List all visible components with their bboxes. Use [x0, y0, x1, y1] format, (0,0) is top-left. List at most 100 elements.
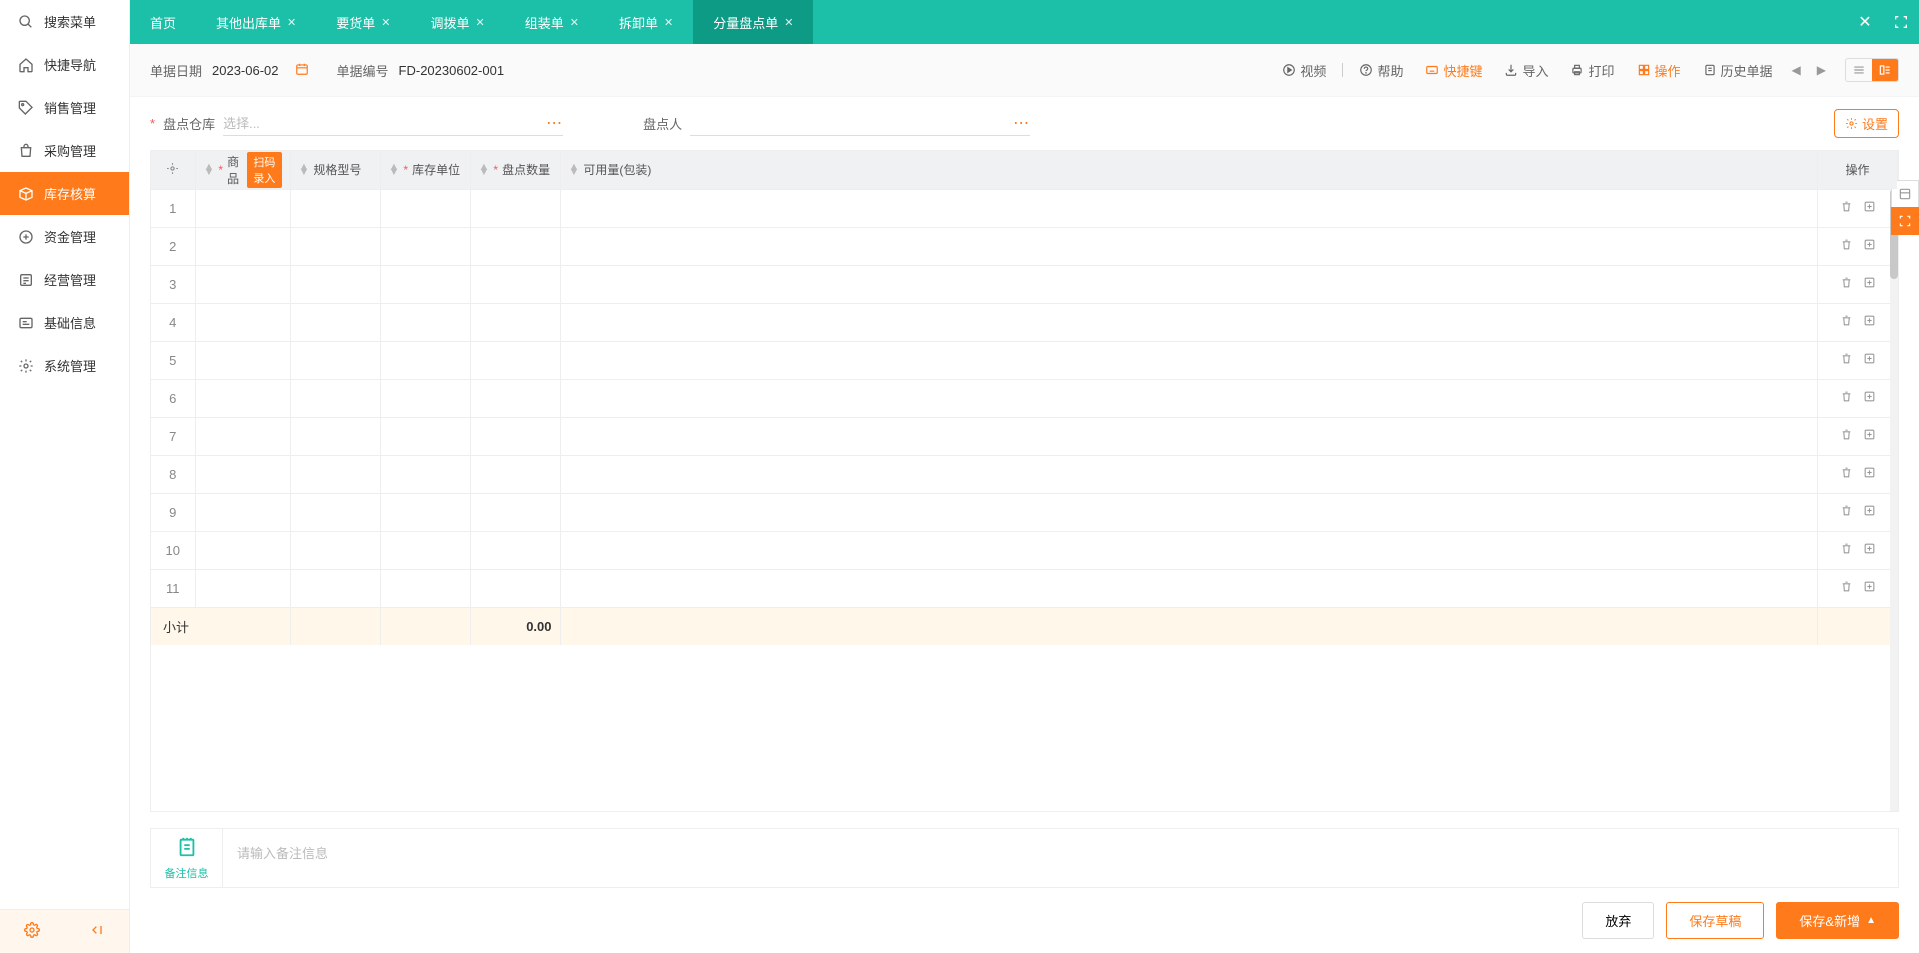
table-row[interactable]: 10: [151, 531, 1898, 569]
delete-row-icon[interactable]: [1840, 580, 1853, 596]
save-add-button[interactable]: 保存&新增▲: [1776, 902, 1899, 939]
delete-row-icon[interactable]: [1840, 542, 1853, 558]
delete-row-icon[interactable]: [1840, 314, 1853, 330]
view-detail-button[interactable]: [1872, 59, 1898, 81]
settings-button[interactable]: [0, 910, 65, 953]
tab[interactable]: 调拨单✕: [410, 0, 504, 44]
header-operation: 操作: [1818, 151, 1898, 189]
table-row[interactable]: 1: [151, 189, 1898, 227]
action-video[interactable]: 视频: [1276, 61, 1332, 80]
tab-close-icon[interactable]: ✕: [784, 16, 793, 29]
sidebar-item-inventory[interactable]: 库存核算: [0, 172, 129, 215]
collapse-button[interactable]: [65, 910, 130, 953]
box-icon: [18, 186, 34, 202]
add-row-icon[interactable]: [1863, 466, 1876, 482]
table-row[interactable]: 8: [151, 455, 1898, 493]
table-row[interactable]: 4: [151, 303, 1898, 341]
tab[interactable]: 首页: [130, 0, 196, 44]
sidebar-item-system[interactable]: 系统管理: [0, 344, 129, 387]
table-row[interactable]: 9: [151, 493, 1898, 531]
delete-row-icon[interactable]: [1840, 466, 1853, 482]
add-row-icon[interactable]: [1863, 542, 1876, 558]
form-settings-button[interactable]: 设置: [1834, 109, 1899, 138]
add-row-icon[interactable]: [1863, 580, 1876, 596]
sidebar-item-basic[interactable]: 基础信息: [0, 301, 129, 344]
checker-input[interactable]: [690, 116, 1013, 131]
action-help[interactable]: 帮助: [1353, 61, 1409, 80]
action-hotkey[interactable]: 快捷键: [1419, 61, 1488, 80]
action-history[interactable]: 历史单据: [1697, 61, 1779, 80]
checker-more-icon[interactable]: ⋯: [1013, 113, 1030, 133]
table-row[interactable]: 3: [151, 265, 1898, 303]
delete-row-icon[interactable]: [1840, 428, 1853, 444]
tab-close-icon[interactable]: ✕: [381, 16, 390, 29]
history-prev-button[interactable]: ◀: [1789, 63, 1804, 77]
add-row-icon[interactable]: [1863, 504, 1876, 520]
date-value[interactable]: 2023-06-02: [212, 63, 285, 78]
sidebar-item-sales[interactable]: 销售管理: [0, 86, 129, 129]
sidebar-item-nav[interactable]: 快捷导航: [0, 43, 129, 86]
add-row-icon[interactable]: [1863, 238, 1876, 254]
header-unit[interactable]: ▲▼*库存单位: [380, 151, 470, 189]
tab-close-icon[interactable]: ✕: [476, 16, 485, 29]
table-row[interactable]: 2: [151, 227, 1898, 265]
notes-input[interactable]: [223, 829, 1898, 887]
notes-icon: [176, 836, 198, 861]
table-scrollbar[interactable]: [1890, 189, 1898, 811]
tab-close-icon[interactable]: ✕: [664, 16, 673, 29]
delete-row-icon[interactable]: [1840, 504, 1853, 520]
tab[interactable]: 组装单✕: [505, 0, 599, 44]
table-row[interactable]: 6: [151, 379, 1898, 417]
tab[interactable]: 要货单✕: [316, 0, 410, 44]
header-index[interactable]: [151, 151, 195, 189]
tab[interactable]: 分量盘点单✕: [693, 0, 813, 44]
action-operate[interactable]: 操作: [1631, 61, 1687, 80]
delete-row-icon[interactable]: [1840, 200, 1853, 216]
delete-row-icon[interactable]: [1840, 276, 1853, 292]
required-mark: *: [150, 116, 155, 131]
delete-row-icon[interactable]: [1840, 352, 1853, 368]
sidebar-item-business[interactable]: 经营管理: [0, 258, 129, 301]
home-icon: [18, 57, 34, 73]
header-quantity[interactable]: ▲▼*盘点数量: [470, 151, 560, 189]
scan-badge[interactable]: 扫码录入: [247, 152, 281, 188]
add-row-icon[interactable]: [1863, 200, 1876, 216]
warehouse-more-icon[interactable]: ⋯: [546, 113, 563, 133]
tab[interactable]: 其他出库单✕: [196, 0, 316, 44]
action-print[interactable]: 打印: [1564, 61, 1620, 80]
add-row-icon[interactable]: [1863, 390, 1876, 406]
drawer-tab-2[interactable]: [1891, 207, 1919, 235]
close-all-tabs[interactable]: ✕: [1847, 0, 1883, 44]
date-label: 单据日期: [150, 61, 202, 80]
fullscreen-button[interactable]: [1883, 0, 1919, 44]
warehouse-input[interactable]: [223, 116, 546, 131]
add-row-icon[interactable]: [1863, 352, 1876, 368]
tab-close-icon[interactable]: ✕: [570, 16, 579, 29]
discard-button[interactable]: 放弃: [1582, 902, 1654, 939]
search-icon: [18, 14, 34, 30]
header-available[interactable]: ▲▼可用量(包装): [560, 151, 1818, 189]
tab-close-icon[interactable]: ✕: [287, 16, 296, 29]
table-row[interactable]: 11: [151, 569, 1898, 607]
sidebar-item-purchase[interactable]: 采购管理: [0, 129, 129, 172]
header-spec[interactable]: ▲▼规格型号: [290, 151, 380, 189]
add-row-icon[interactable]: [1863, 428, 1876, 444]
tabs-bar: 首页其他出库单✕要货单✕调拨单✕组装单✕拆卸单✕分量盘点单✕ ✕: [130, 0, 1919, 44]
view-list-button[interactable]: [1846, 59, 1872, 81]
header-product[interactable]: ▲▼*商品扫码录入: [195, 151, 290, 189]
subtotal-label: 小计: [151, 607, 290, 645]
history-next-button[interactable]: ▶: [1814, 63, 1829, 77]
add-row-icon[interactable]: [1863, 314, 1876, 330]
calendar-icon[interactable]: [295, 62, 309, 79]
delete-row-icon[interactable]: [1840, 390, 1853, 406]
add-row-icon[interactable]: [1863, 276, 1876, 292]
sidebar-item-search[interactable]: 搜索菜单: [0, 0, 129, 43]
form-row: * 盘点仓库 ⋯ 盘点人 ⋯ 设置: [130, 97, 1919, 150]
table-row[interactable]: 7: [151, 417, 1898, 455]
table-row[interactable]: 5: [151, 341, 1898, 379]
sidebar-item-funds[interactable]: 资金管理: [0, 215, 129, 258]
action-import[interactable]: 导入: [1498, 61, 1554, 80]
delete-row-icon[interactable]: [1840, 238, 1853, 254]
save-draft-button[interactable]: 保存草稿: [1666, 902, 1764, 939]
tab[interactable]: 拆卸单✕: [599, 0, 693, 44]
